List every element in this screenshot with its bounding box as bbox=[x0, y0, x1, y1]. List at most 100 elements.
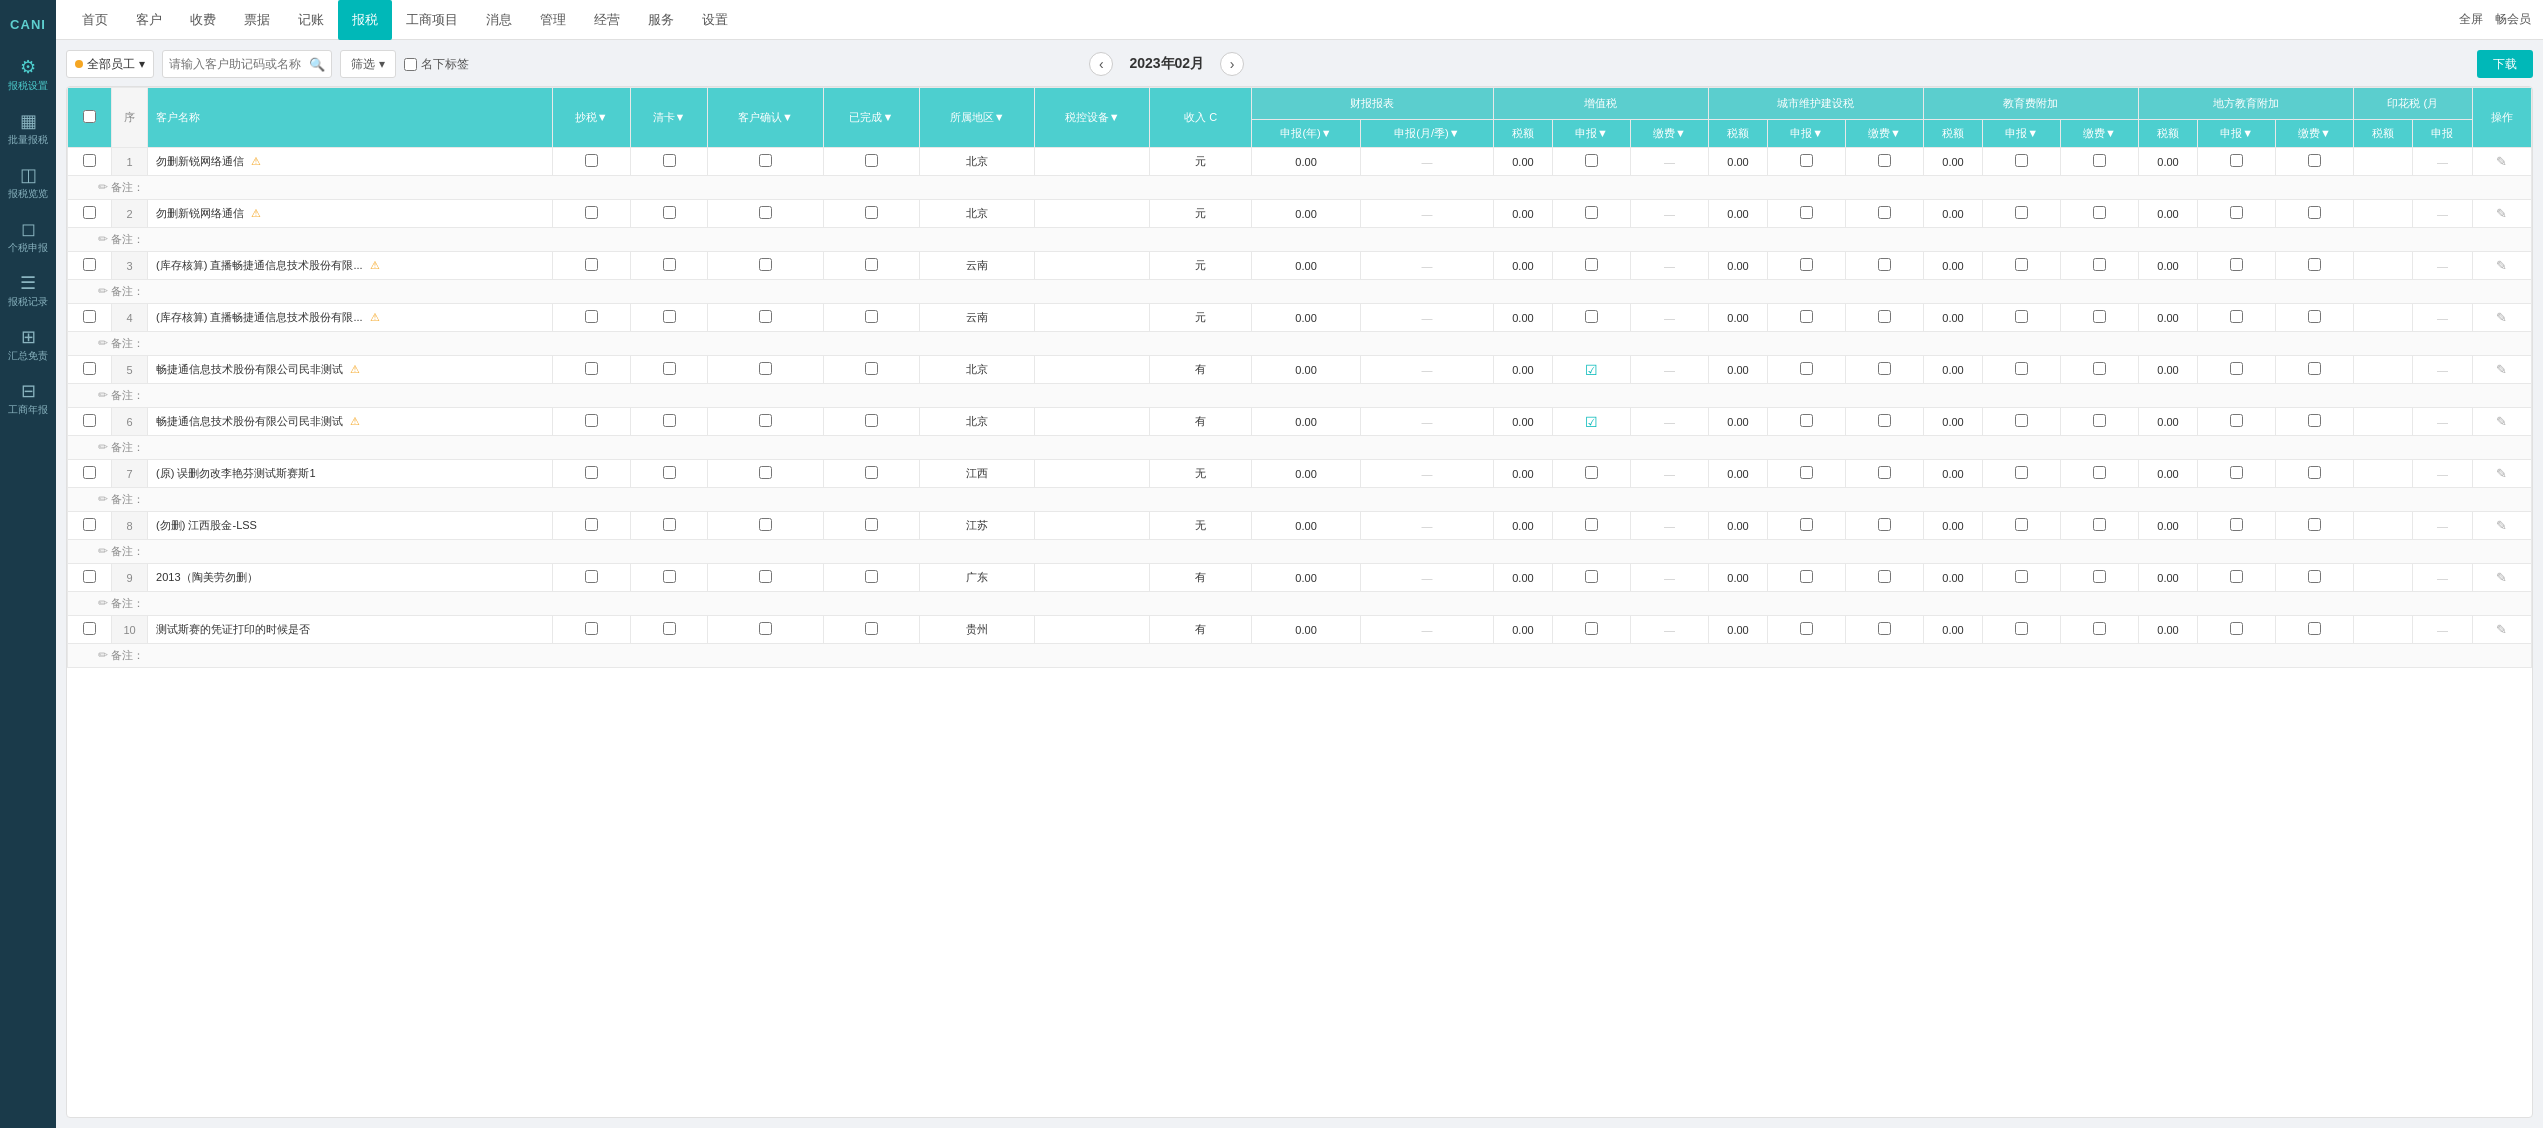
wancheng-checkbox[interactable] bbox=[865, 466, 878, 479]
row-jy-shuiwu[interactable] bbox=[2061, 304, 2139, 332]
row-df-shuiwu[interactable] bbox=[2276, 564, 2354, 592]
df-shenbao-check[interactable] bbox=[2230, 466, 2243, 479]
queren-checkbox[interactable] bbox=[759, 154, 772, 167]
nav-client[interactable]: 客户 bbox=[122, 0, 176, 40]
row-df-shenbao[interactable] bbox=[2198, 200, 2276, 228]
row-df-shenbao[interactable] bbox=[2198, 512, 2276, 540]
row-jy-shuiwu[interactable] bbox=[2061, 616, 2139, 644]
row-huanka[interactable] bbox=[630, 408, 708, 436]
row-zz-shuiwu[interactable]: — bbox=[1630, 408, 1708, 436]
row-jy-shenbao[interactable] bbox=[1983, 512, 2061, 540]
jy-shuiwu-check[interactable] bbox=[2093, 622, 2106, 635]
warning-icon[interactable]: ⚠ bbox=[251, 207, 261, 219]
row-checkbox-cell[interactable] bbox=[68, 304, 112, 332]
cs-shuiwu-check[interactable] bbox=[1878, 466, 1891, 479]
row-zz-shuiwu[interactable]: — bbox=[1630, 512, 1708, 540]
row-ys-shenbao[interactable]: — bbox=[2413, 564, 2472, 592]
jy-shenbao-check[interactable] bbox=[2015, 310, 2028, 323]
df-shenbao-check[interactable] bbox=[2230, 310, 2243, 323]
row-zz-shuiwu[interactable]: — bbox=[1630, 356, 1708, 384]
filter-button[interactable]: 筛选 ▾ bbox=[340, 50, 396, 78]
jy-shenbao-check[interactable] bbox=[2015, 154, 2028, 167]
row-zz-shuiwu[interactable]: — bbox=[1630, 200, 1708, 228]
queren-checkbox[interactable] bbox=[759, 622, 772, 635]
row-yiwancheng[interactable] bbox=[823, 512, 919, 540]
row-chaoshu[interactable] bbox=[552, 512, 630, 540]
df-shenbao-check[interactable] bbox=[2230, 414, 2243, 427]
row-cs-shenbao[interactable] bbox=[1768, 356, 1846, 384]
th-huanka[interactable]: 清卡▼ bbox=[630, 88, 708, 148]
th-jy-shenbao[interactable]: 申报▼ bbox=[1983, 120, 2061, 148]
row-zz-shuiwu[interactable]: — bbox=[1630, 252, 1708, 280]
row-df-shuiwu[interactable] bbox=[2276, 460, 2354, 488]
row-cs-shenbao[interactable] bbox=[1768, 252, 1846, 280]
huanka-checkbox[interactable] bbox=[663, 154, 676, 167]
huanka-checkbox[interactable] bbox=[663, 414, 676, 427]
df-shuiwu-check[interactable] bbox=[2308, 518, 2321, 531]
jy-shenbao-check[interactable] bbox=[2015, 622, 2028, 635]
sidebar-item-huizong[interactable]: ⊞ 汇总免责 bbox=[0, 318, 56, 372]
df-shuiwu-check[interactable] bbox=[2308, 154, 2321, 167]
row-cs-shenbao[interactable] bbox=[1768, 512, 1846, 540]
row-checkbox[interactable] bbox=[83, 518, 96, 531]
row-jy-shuiwu[interactable] bbox=[2061, 356, 2139, 384]
nav-shezhi[interactable]: 设置 bbox=[688, 0, 742, 40]
edit-icon[interactable]: ✎ bbox=[2496, 206, 2507, 221]
edit-icon[interactable]: ✎ bbox=[2496, 570, 2507, 585]
th-cs-shenbao[interactable]: 申报▼ bbox=[1768, 120, 1846, 148]
row-df-shenbao[interactable] bbox=[2198, 356, 2276, 384]
nav-jingying[interactable]: 经营 bbox=[580, 0, 634, 40]
chaoshu-checkbox[interactable] bbox=[585, 362, 598, 375]
cs-shenbao-check[interactable] bbox=[1800, 362, 1813, 375]
jy-shuiwu-check[interactable] bbox=[2093, 466, 2106, 479]
next-month-button[interactable]: › bbox=[1220, 52, 1244, 76]
row-jy-shenbao[interactable] bbox=[1983, 304, 2061, 332]
row-zz-shenbao[interactable] bbox=[1553, 512, 1631, 540]
chaoshu-checkbox[interactable] bbox=[585, 154, 598, 167]
df-shenbao-check[interactable] bbox=[2230, 258, 2243, 271]
row-jy-shuiwu[interactable] bbox=[2061, 564, 2139, 592]
row-jy-shenbao[interactable] bbox=[1983, 200, 2061, 228]
edit-icon[interactable]: ✎ bbox=[2496, 414, 2507, 429]
row-zz-shenbao[interactable] bbox=[1553, 304, 1631, 332]
th-zz-shenbao[interactable]: 申报▼ bbox=[1553, 120, 1631, 148]
jy-shenbao-check[interactable] bbox=[2015, 570, 2028, 583]
cs-shuiwu-check[interactable] bbox=[1878, 570, 1891, 583]
row-jy-shuiwu[interactable] bbox=[2061, 200, 2139, 228]
row-cs-shuiwu[interactable] bbox=[1845, 304, 1923, 332]
df-shuiwu-check[interactable] bbox=[2308, 466, 2321, 479]
row-jy-shuiwu[interactable] bbox=[2061, 252, 2139, 280]
row-checkbox[interactable] bbox=[83, 414, 96, 427]
df-shuiwu-check[interactable] bbox=[2308, 206, 2321, 219]
huanka-checkbox[interactable] bbox=[663, 362, 676, 375]
chaoshu-checkbox[interactable] bbox=[585, 518, 598, 531]
row-checkbox[interactable] bbox=[83, 310, 96, 323]
row-checkbox-cell[interactable] bbox=[68, 512, 112, 540]
huanka-checkbox[interactable] bbox=[663, 570, 676, 583]
select-all-checkbox[interactable] bbox=[83, 110, 96, 123]
row-caozuo[interactable]: ✎ bbox=[2472, 200, 2531, 228]
chaoshu-checkbox[interactable] bbox=[585, 310, 598, 323]
row-cs-shuiwu[interactable] bbox=[1845, 356, 1923, 384]
row-jy-shenbao[interactable] bbox=[1983, 148, 2061, 176]
df-shenbao-check[interactable] bbox=[2230, 362, 2243, 375]
row-cs-shuiwu[interactable] bbox=[1845, 512, 1923, 540]
warning-icon[interactable]: ⚠ bbox=[370, 259, 380, 271]
row-chaoshu[interactable] bbox=[552, 148, 630, 176]
row-cs-shuiwu[interactable] bbox=[1845, 564, 1923, 592]
row-cs-shenbao[interactable] bbox=[1768, 304, 1846, 332]
row-zz-shuiwu[interactable]: — bbox=[1630, 460, 1708, 488]
zz-shenbao-check[interactable] bbox=[1585, 518, 1598, 531]
row-yiwancheng[interactable] bbox=[823, 200, 919, 228]
cs-shenbao-check[interactable] bbox=[1800, 466, 1813, 479]
wancheng-checkbox[interactable] bbox=[865, 154, 878, 167]
download-button[interactable]: 下载 bbox=[2477, 50, 2533, 78]
row-checkbox[interactable] bbox=[83, 570, 96, 583]
row-df-shuiwu[interactable] bbox=[2276, 304, 2354, 332]
jy-shenbao-check[interactable] bbox=[2015, 414, 2028, 427]
row-kehu-queren[interactable] bbox=[708, 512, 823, 540]
th-suoshu-diqu[interactable]: 所属地区▼ bbox=[920, 88, 1035, 148]
row-chaoshu[interactable] bbox=[552, 564, 630, 592]
wancheng-checkbox[interactable] bbox=[865, 622, 878, 635]
row-zz-shenbao[interactable] bbox=[1553, 148, 1631, 176]
